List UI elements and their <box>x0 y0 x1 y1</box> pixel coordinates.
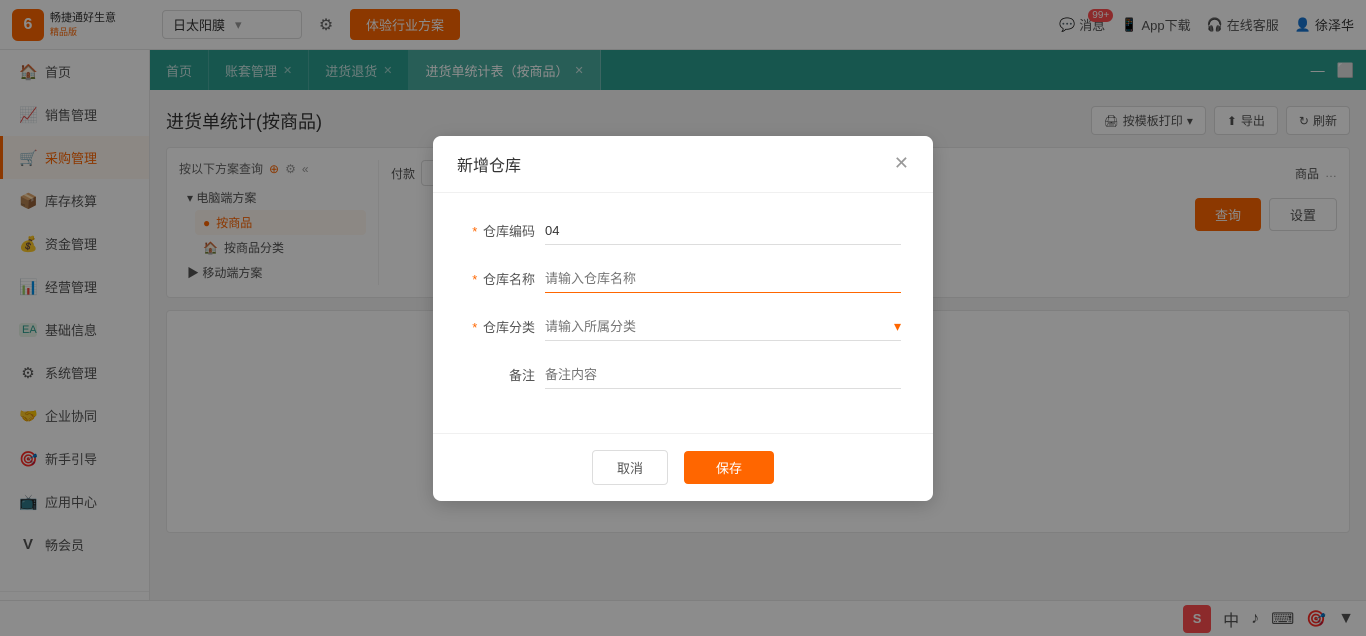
category-dropdown-arrow: ▾ <box>894 318 901 335</box>
form-row-category: * 仓库分类 ▾ <box>465 313 901 341</box>
warehouse-name-input[interactable] <box>545 265 901 293</box>
modal-body: * 仓库编码 * 仓库名称 * 仓库分类 <box>433 193 933 433</box>
modal-footer: 取消 保存 <box>433 433 933 501</box>
form-label-category: * 仓库分类 <box>465 317 545 336</box>
required-mark-name: * <box>472 272 477 287</box>
warehouse-category-input[interactable] <box>545 313 901 341</box>
modal-overlay[interactable]: 新增仓库 ✕ * 仓库编码 * 仓库名称 <box>0 0 1366 636</box>
form-category-select-row: ▾ <box>545 313 901 341</box>
new-warehouse-modal: 新增仓库 ✕ * 仓库编码 * 仓库名称 <box>433 136 933 501</box>
form-label-code: * 仓库编码 <box>465 221 545 240</box>
form-row-remark: 备注 <box>465 361 901 389</box>
modal-title: 新增仓库 <box>457 152 521 176</box>
modal-close-button[interactable]: ✕ <box>894 153 909 174</box>
save-button[interactable]: 保存 <box>684 451 774 484</box>
required-mark-category: * <box>472 320 477 335</box>
required-mark-code: * <box>472 224 477 239</box>
form-row-code: * 仓库编码 <box>465 217 901 245</box>
form-row-name: * 仓库名称 <box>465 265 901 293</box>
modal-header: 新增仓库 ✕ <box>433 136 933 193</box>
warehouse-code-input[interactable] <box>545 217 901 245</box>
cancel-button[interactable]: 取消 <box>592 450 668 485</box>
form-label-name: * 仓库名称 <box>465 269 545 288</box>
warehouse-remark-input[interactable] <box>545 361 901 389</box>
form-label-remark: 备注 <box>465 365 545 384</box>
